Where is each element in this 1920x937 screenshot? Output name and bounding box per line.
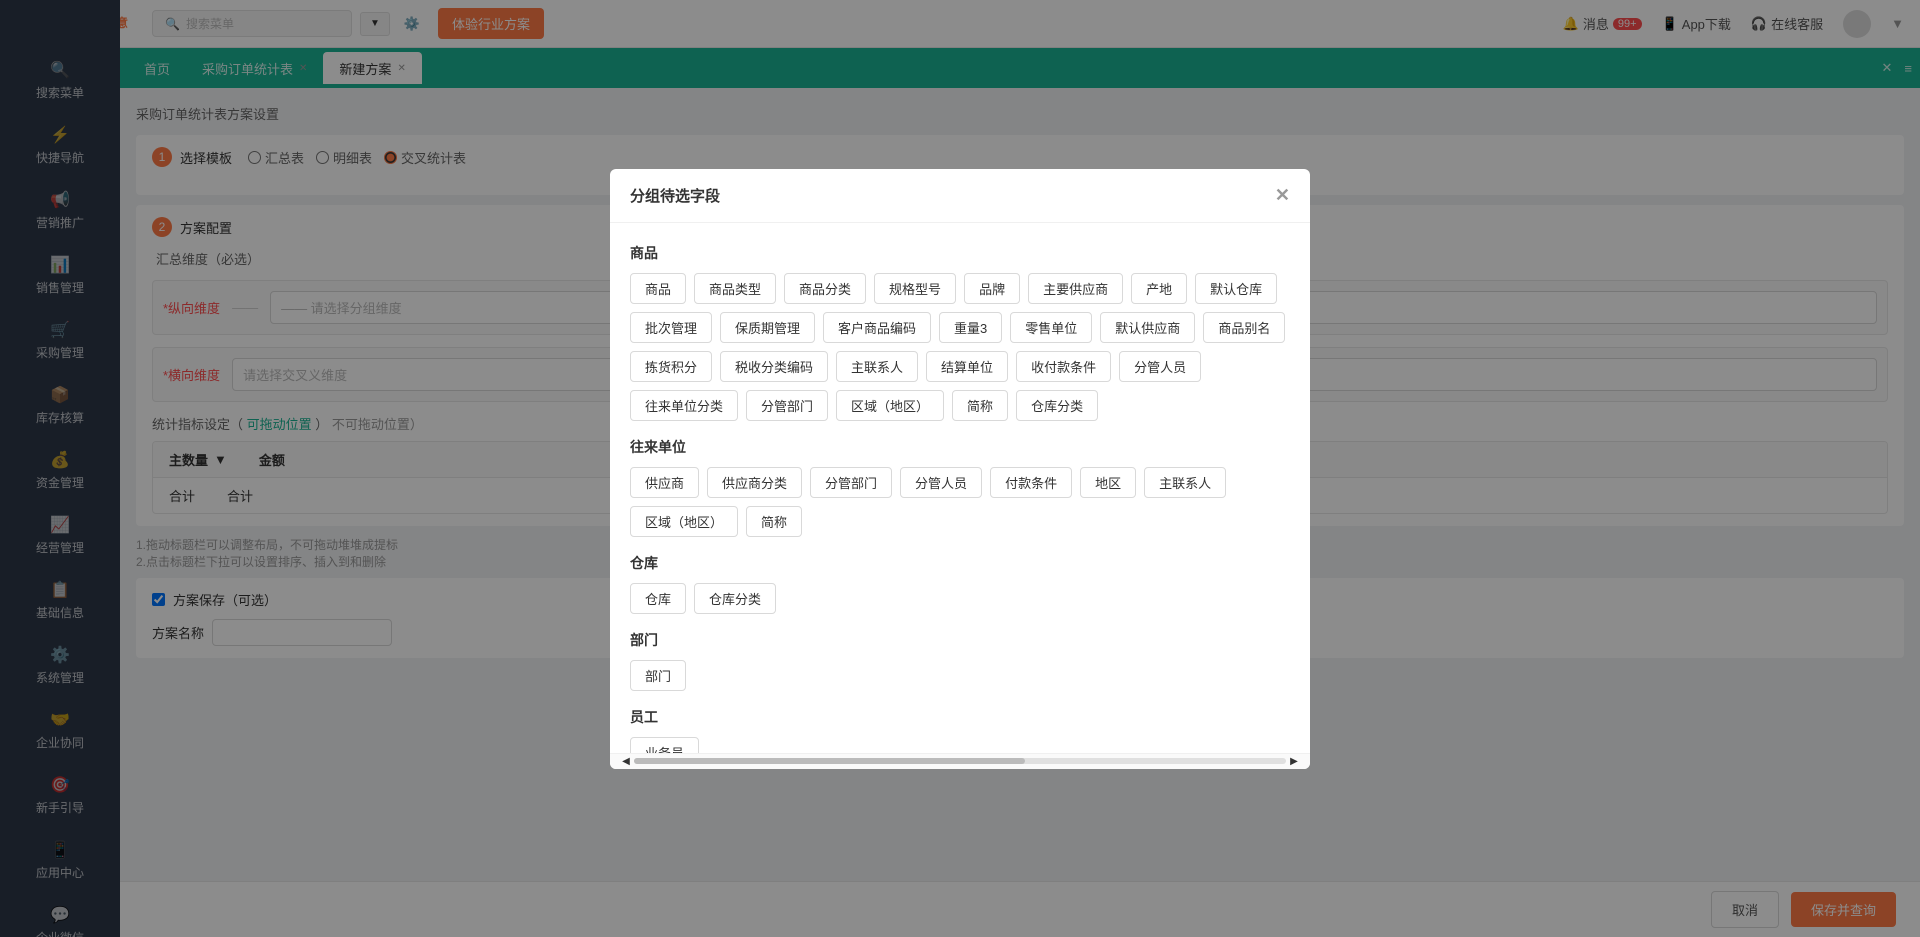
modal-header: 分组待选字段 ✕ — [610, 169, 1310, 223]
field-chip-0-11[interactable]: 重量3 — [939, 312, 1002, 343]
field-chip-0-23[interactable]: 区域（地区） — [836, 390, 944, 421]
field-chip-0-2[interactable]: 商品分类 — [784, 273, 866, 304]
field-chip-0-9[interactable]: 保质期管理 — [720, 312, 815, 343]
field-chip-1-8[interactable]: 简称 — [746, 506, 802, 537]
field-chip-0-13[interactable]: 默认供应商 — [1100, 312, 1195, 343]
field-chips-3: 部门 — [630, 660, 1290, 691]
modal-title: 分组待选字段 — [630, 185, 720, 206]
field-chip-1-2[interactable]: 分管部门 — [810, 467, 892, 498]
hscroll-right[interactable]: ▶ — [1286, 753, 1302, 769]
field-chip-0-10[interactable]: 客户商品编码 — [823, 312, 931, 343]
field-chips-2: 仓库仓库分类 — [630, 583, 1290, 614]
section-title-4: 员工 — [630, 707, 1290, 727]
field-chip-0-12[interactable]: 零售单位 — [1010, 312, 1092, 343]
field-chip-0-19[interactable]: 收付款条件 — [1016, 351, 1111, 382]
modal-body: 商品商品商品类型商品分类规格型号品牌主要供应商产地默认仓库批次管理保质期管理客户… — [610, 223, 1310, 753]
field-chip-0-16[interactable]: 税收分类编码 — [720, 351, 828, 382]
field-chip-0-4[interactable]: 品牌 — [964, 273, 1020, 304]
field-chip-0-18[interactable]: 结算单位 — [926, 351, 1008, 382]
hscroll-left[interactable]: ◀ — [618, 753, 634, 769]
field-chip-0-3[interactable]: 规格型号 — [874, 273, 956, 304]
field-chip-0-25[interactable]: 仓库分类 — [1016, 390, 1098, 421]
field-chip-1-7[interactable]: 区域（地区） — [630, 506, 738, 537]
field-chip-0-21[interactable]: 往来单位分类 — [630, 390, 738, 421]
hscroll-thumb — [634, 758, 1025, 764]
section-title-3: 部门 — [630, 630, 1290, 650]
field-chip-0-14[interactable]: 商品别名 — [1203, 312, 1285, 343]
section-title-1: 往来单位 — [630, 437, 1290, 457]
field-chip-1-6[interactable]: 主联系人 — [1144, 467, 1226, 498]
field-chip-1-5[interactable]: 地区 — [1080, 467, 1136, 498]
field-chips-4: 业务员 — [630, 737, 1290, 753]
field-chip-0-5[interactable]: 主要供应商 — [1028, 273, 1123, 304]
modal-hscroll[interactable]: ◀ ▶ — [610, 753, 1310, 769]
field-chip-0-1[interactable]: 商品类型 — [694, 273, 776, 304]
field-chip-0-7[interactable]: 默认仓库 — [1195, 273, 1277, 304]
field-chip-2-1[interactable]: 仓库分类 — [694, 583, 776, 614]
section-title-0: 商品 — [630, 243, 1290, 263]
field-chip-2-0[interactable]: 仓库 — [630, 583, 686, 614]
field-chip-1-3[interactable]: 分管人员 — [900, 467, 982, 498]
field-chip-0-0[interactable]: 商品 — [630, 273, 686, 304]
field-chip-4-0[interactable]: 业务员 — [630, 737, 699, 753]
field-chip-3-0[interactable]: 部门 — [630, 660, 686, 691]
modal-close-button[interactable]: ✕ — [1275, 185, 1290, 206]
field-chip-0-6[interactable]: 产地 — [1131, 273, 1187, 304]
field-chip-0-8[interactable]: 批次管理 — [630, 312, 712, 343]
field-chip-1-4[interactable]: 付款条件 — [990, 467, 1072, 498]
modal: 分组待选字段 ✕ 商品商品商品类型商品分类规格型号品牌主要供应商产地默认仓库批次… — [610, 169, 1310, 769]
field-chips-0: 商品商品类型商品分类规格型号品牌主要供应商产地默认仓库批次管理保质期管理客户商品… — [630, 273, 1290, 421]
field-chips-1: 供应商供应商分类分管部门分管人员付款条件地区主联系人区域（地区） 简称 — [630, 467, 1290, 537]
field-chip-0-15[interactable]: 拣货积分 — [630, 351, 712, 382]
section-title-2: 仓库 — [630, 553, 1290, 573]
field-chip-1-0[interactable]: 供应商 — [630, 467, 699, 498]
field-chip-0-20[interactable]: 分管人员 — [1119, 351, 1201, 382]
field-chip-1-1[interactable]: 供应商分类 — [707, 467, 802, 498]
field-chip-0-17[interactable]: 主联系人 — [836, 351, 918, 382]
field-chip-0-24[interactable]: 简称 — [952, 390, 1008, 421]
field-chip-0-22[interactable]: 分管部门 — [746, 390, 828, 421]
hscroll-track — [634, 758, 1286, 764]
modal-overlay[interactable]: 分组待选字段 ✕ 商品商品商品类型商品分类规格型号品牌主要供应商产地默认仓库批次… — [0, 0, 1920, 937]
